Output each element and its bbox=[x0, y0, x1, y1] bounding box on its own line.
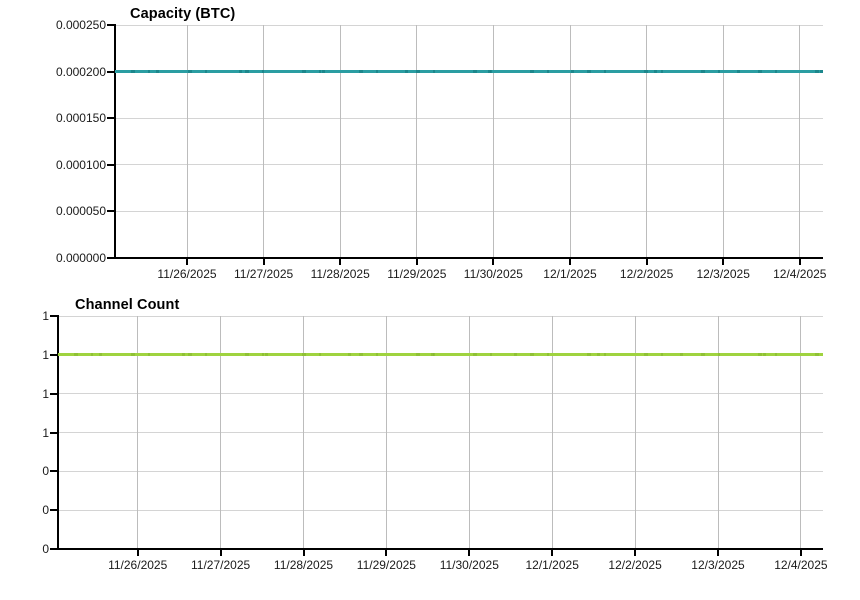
chart-page: { "chart_data": [ { "type": "line", "tit… bbox=[0, 0, 860, 600]
gridline-h bbox=[58, 470, 823, 472]
gridline-h bbox=[58, 393, 823, 395]
y-axis-line bbox=[57, 315, 59, 550]
gridline-h bbox=[58, 315, 823, 317]
y-tick-label: 1 bbox=[42, 386, 49, 401]
y-tick-mark bbox=[50, 392, 57, 395]
gridline-v bbox=[551, 316, 553, 549]
y-tick-mark bbox=[50, 509, 57, 512]
x-tick-mark bbox=[551, 550, 554, 556]
x-tick-mark bbox=[468, 550, 471, 556]
gridline-h bbox=[58, 509, 823, 511]
y-tick-mark bbox=[50, 431, 57, 434]
x-tick-mark bbox=[717, 550, 719, 556]
x-tick-mark bbox=[136, 550, 139, 556]
gridline-v bbox=[468, 316, 470, 549]
y-tick-label: 0 bbox=[42, 503, 49, 518]
y-tick-label: 1 bbox=[42, 309, 49, 323]
channel-count-chart-title: Channel Count bbox=[75, 297, 180, 313]
charts-canvas: Capacity (BTC) 0.000250 0.000200 0.000150 0… bbox=[0, 0, 860, 600]
x-tick-mark bbox=[219, 550, 222, 556]
x-tick-mark bbox=[799, 550, 802, 556]
gridline-h bbox=[58, 432, 823, 433]
x-tick-mark bbox=[634, 550, 637, 556]
channel_count-markers bbox=[58, 353, 823, 357]
gridline-v bbox=[634, 316, 636, 549]
gridline-v bbox=[220, 316, 222, 549]
y-tick-label: 1 bbox=[42, 425, 49, 440]
gridline-v bbox=[303, 316, 304, 549]
x-tick-label: 12/4/2025 bbox=[774, 558, 828, 572]
y-tick-mark bbox=[50, 470, 57, 473]
gridline-v bbox=[717, 316, 719, 549]
y-tick-mark bbox=[50, 548, 57, 550]
y-tick-label: 1 bbox=[42, 347, 49, 362]
gridline-v bbox=[385, 316, 387, 549]
x-tick-mark bbox=[302, 550, 305, 556]
y-tick-label: 0 bbox=[42, 542, 49, 556]
channel-count-chart: Channel Count 1 1 1 1 0 0 0 11/26/2025 11/27/202… bbox=[0, 0, 860, 600]
channel_count-line bbox=[58, 353, 823, 357]
y-tick-mark bbox=[50, 315, 57, 317]
x-tick-mark bbox=[385, 550, 388, 556]
x-axis-line bbox=[57, 548, 823, 550]
y-tick-mark bbox=[50, 353, 57, 356]
y-tick-label: 0 bbox=[42, 464, 49, 479]
gridline-v bbox=[800, 316, 802, 549]
gridline-v bbox=[137, 316, 139, 549]
